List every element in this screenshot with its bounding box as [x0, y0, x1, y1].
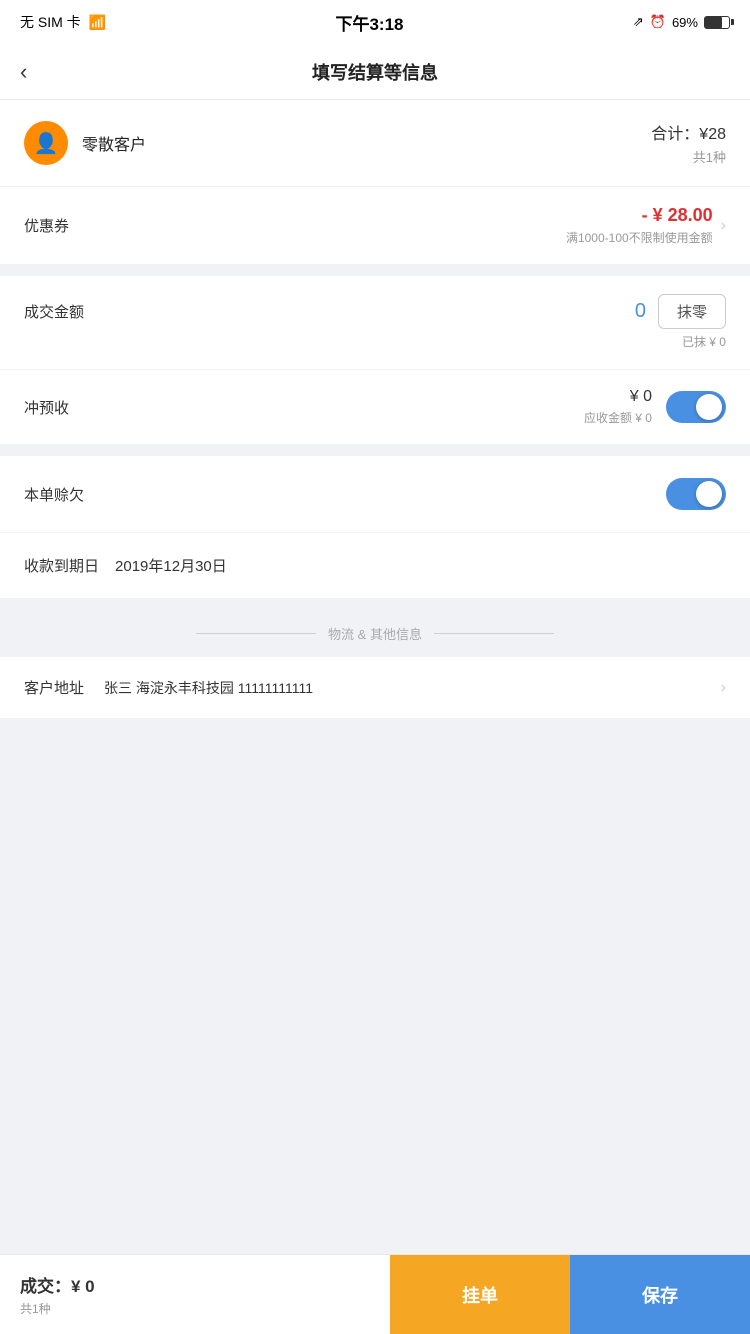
- location-icon: ⇗: [633, 14, 644, 30]
- prepayment-row: 冲预收 ¥ 0 应收金额 ¥ 0: [0, 370, 750, 444]
- bottom-deal-text: 成交：: [20, 1277, 71, 1296]
- deal-amount-card: 成交金额 0 抹零 已抹 ¥ 0 冲预收 ¥ 0 应收金额 ¥ 0: [0, 276, 750, 444]
- bottom-bar: 成交：¥ 0 共1种 挂单 保存: [0, 1254, 750, 1334]
- address-row[interactable]: 客户地址 张三 海淀永丰科技园 11111111111 ›: [0, 657, 750, 718]
- toggle-knob: [696, 394, 722, 420]
- prepayment-label: 冲预收: [24, 397, 69, 418]
- content: 👤 零散客户 合计：¥28 共1种 优惠券 - ¥ 28.00 满1000-10…: [0, 100, 750, 820]
- customer-card: 👤 零散客户 合计：¥28 共1种 优惠券 - ¥ 28.00 满1000-10…: [0, 100, 750, 264]
- avatar: 👤: [24, 121, 68, 165]
- hold-button[interactable]: 挂单: [390, 1255, 570, 1334]
- prepayment-sub: 应收金额 ¥ 0: [584, 409, 652, 426]
- coupon-description: 满1000-100不限制使用金额: [566, 229, 713, 246]
- deal-amount-value: 0: [635, 300, 646, 323]
- section-header-text: 物流 & 其他信息: [328, 624, 422, 643]
- address-label: 客户地址: [24, 677, 84, 698]
- bottom-deal-label: 成交：¥ 0: [20, 1272, 370, 1297]
- due-date-value: 2019年12月30日: [115, 555, 227, 576]
- status-time: 下午3:18: [335, 10, 403, 35]
- bottom-count: 共1种: [20, 1300, 370, 1317]
- customer-row: 👤 零散客户 合计：¥28 共1种: [0, 100, 750, 186]
- address-value: 张三 海淀永丰科技园 11111111111: [104, 678, 713, 698]
- status-left: 无 SIM 卡 📶: [20, 12, 106, 32]
- debt-label: 本单赊欠: [24, 484, 84, 505]
- status-bar: 无 SIM 卡 📶 下午3:18 ⇗ ⏰ 69%: [0, 0, 750, 44]
- coupon-label: 优惠券: [24, 215, 69, 236]
- divider-line-left: [196, 633, 316, 634]
- debt-toggle-knob: [696, 481, 722, 507]
- coupon-right: - ¥ 28.00 满1000-100不限制使用金额 ›: [566, 205, 726, 246]
- nav-bar: ‹ 填写结算等信息: [0, 44, 750, 100]
- debt-card: 本单赊欠 收款到期日 2019年12月30日: [0, 456, 750, 598]
- total-amount: 合计：¥28: [651, 120, 726, 144]
- sim-label: 无 SIM 卡: [20, 12, 81, 32]
- customer-name: 零散客户: [82, 131, 146, 155]
- deal-amount-row: 成交金额 0 抹零 已抹 ¥ 0: [0, 276, 750, 370]
- prepayment-amount: ¥ 0: [584, 388, 652, 406]
- divider-line-right: [434, 633, 554, 634]
- save-button[interactable]: 保存: [570, 1255, 750, 1334]
- deal-amount-right: 0 抹零: [635, 294, 726, 329]
- deal-sub-text: 已抹 ¥ 0: [682, 335, 726, 349]
- round-button[interactable]: 抹零: [658, 294, 726, 329]
- customer-left: 👤 零散客户: [24, 121, 146, 165]
- coupon-amount: - ¥ 28.00: [566, 205, 713, 226]
- coupon-row[interactable]: 优惠券 - ¥ 28.00 满1000-100不限制使用金额 ›: [0, 186, 750, 264]
- customer-total: 合计：¥28 共1种: [651, 120, 726, 166]
- back-button[interactable]: ‹: [20, 59, 27, 85]
- alarm-icon: ⏰: [650, 14, 666, 30]
- prepayment-toggle[interactable]: [666, 391, 726, 423]
- due-date-row: 收款到期日 2019年12月30日: [0, 532, 750, 598]
- debt-row: 本单赊欠: [0, 456, 750, 532]
- bottom-info: 成交：¥ 0 共1种: [0, 1255, 390, 1334]
- bottom-deal-amount: ¥ 0: [71, 1277, 95, 1296]
- status-right: ⇗ ⏰ 69%: [633, 14, 730, 30]
- section-header: 物流 & 其他信息: [0, 610, 750, 657]
- address-card: 客户地址 张三 海淀永丰科技园 11111111111 ›: [0, 657, 750, 718]
- wifi-icon: 📶: [89, 14, 106, 31]
- due-date-label: 收款到期日: [24, 555, 99, 576]
- address-chevron-icon: ›: [721, 679, 726, 697]
- battery-icon: [704, 16, 730, 29]
- total-count: 共1种: [651, 147, 726, 166]
- page-title: 填写结算等信息: [312, 59, 438, 85]
- person-icon: 👤: [34, 131, 59, 156]
- debt-toggle[interactable]: [666, 478, 726, 510]
- chevron-right-icon: ›: [721, 217, 726, 235]
- deal-amount-label: 成交金额: [24, 301, 84, 322]
- battery-percent: 69%: [672, 15, 698, 30]
